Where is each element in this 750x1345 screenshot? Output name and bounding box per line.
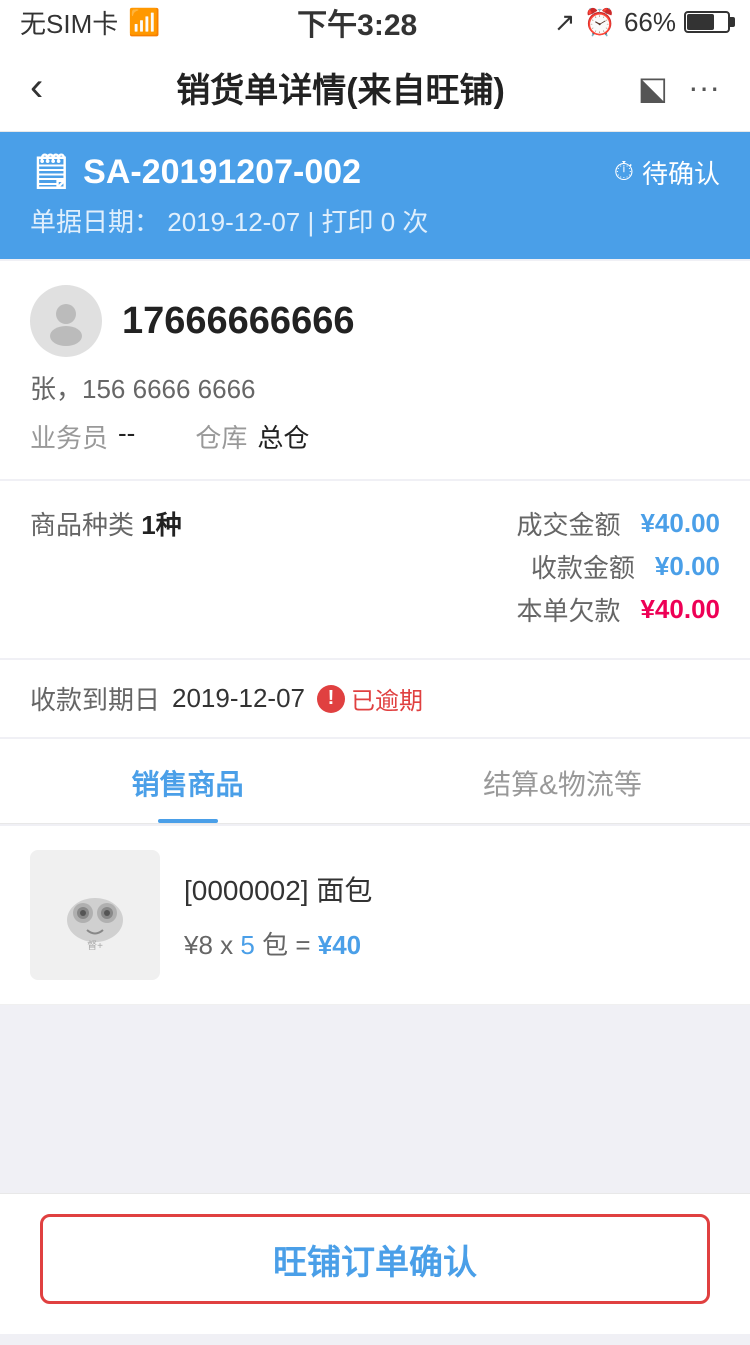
product-qty: 5 [240,930,254,960]
share-button[interactable]: ⬕ [638,69,668,107]
received-row: 收款金额 ¥0.00 [516,548,720,585]
battery-icon [684,11,730,33]
price-multiplier: x [220,930,240,960]
equals-sign: = [295,930,317,960]
status-bar-right: ↗ ⏰ 66% [554,7,730,38]
summary-section: 商品种类 1种 成交金额 ¥40.00 收款金额 ¥0.00 本单欠款 ¥40.… [0,481,750,658]
content-area [0,1005,750,1205]
more-button[interactable]: ··· [688,69,720,106]
order-icon: 🗒 [30,152,73,192]
overdue-text: 已逾期 [351,681,423,716]
location-icon: ↗ [554,7,576,38]
order-date-value: 2019-12-07 [167,207,300,237]
status-bar-left: 无SIM卡 📶 [20,4,161,41]
product-info: [0000002] 面包 ¥8 x 5 包 = ¥40 [184,869,720,962]
warehouse-label: 仓库 [195,418,247,455]
due-date-section: 收款到期日 2019-12-07 ! 已逾期 [0,660,750,737]
nav-left: ‹ [30,65,43,110]
date-separator: | [307,207,321,237]
tab-sales-goods-label: 销售商品 [131,769,243,800]
product-price: ¥8 x 5 包 = ¥40 [184,925,720,962]
product-total: ¥40 [318,930,361,960]
amount-value: ¥40.00 [640,508,720,539]
summary-left: 商品种类 1种 [30,505,182,542]
alarm-icon: ⏰ [584,7,616,38]
page-title: 销货单详情(来自旺铺) [176,63,505,112]
status-bar-time: 下午3:28 [297,0,417,44]
status-bar: 无SIM卡 📶 下午3:28 ↗ ⏰ 66% [0,0,750,44]
salesperson-item: 业务员 -- [30,418,135,455]
tab-sales-goods[interactable]: 销售商品 [0,739,375,823]
date-label: 单据日期： [30,207,160,237]
clock-icon: ⏱ [614,156,634,188]
order-id-text: SA-20191207-002 [83,153,361,192]
unit-price: ¥8 [184,930,213,960]
customer-top: 17666666666 [30,285,720,357]
owe-row: 本单欠款 ¥40.00 [516,591,720,628]
status-badge: ⏱ 待确认 [614,154,720,191]
warehouse-value: 总仓 [257,418,309,455]
overdue-badge: ! 已逾期 [317,681,423,716]
salesperson-value: -- [118,418,135,455]
tab-settle-label: 结算&物流等 [483,769,642,800]
goods-type-label: 商品种类 [30,510,134,540]
received-value: ¥0.00 [655,551,720,582]
product-list: 督+ [0000002] 面包 ¥8 x 5 包 = ¥40 [0,826,750,1005]
overdue-icon: ! [317,685,345,713]
salesperson-label: 业务员 [30,418,108,455]
tabs-section: 销售商品 结算&物流等 [0,739,750,824]
product-item: 督+ [0000002] 面包 ¥8 x 5 包 = ¥40 [0,826,750,1005]
wifi-icon: 📶 [128,7,160,38]
order-header-card: 🗒 SA-20191207-002 ⏱ 待确认 单据日期： 2019-12-07… [0,132,750,259]
battery-text: 66% [624,7,676,38]
product-title: 面包 [316,875,372,906]
nav-right: ⬕ ··· [638,69,720,107]
summary-right: 成交金额 ¥40.00 收款金额 ¥0.00 本单欠款 ¥40.00 [516,505,720,634]
customer-name: 张，156 6666 6666 [30,369,720,406]
confirm-order-button[interactable]: 旺铺订单确认 [40,1214,710,1304]
customer-section: 17666666666 张，156 6666 6666 业务员 -- 仓库 总仓 [0,261,750,479]
avatar [30,285,102,357]
due-label: 收款到期日 [30,680,160,717]
amount-row: 成交金额 ¥40.00 [516,505,720,542]
customer-meta: 业务员 -- 仓库 总仓 [30,418,720,455]
owe-label: 本单欠款 [516,591,620,628]
carrier-text: 无SIM卡 [20,4,118,41]
product-name: [0000002] 面包 [184,869,720,909]
print-count: 打印 0 次 [321,207,428,237]
received-label: 收款金额 [531,548,635,585]
nav-bar: ‹ 销货单详情(来自旺铺) ⬕ ··· [0,44,750,132]
product-unit: 包 [262,930,288,960]
bottom-button-area: 旺铺订单确认 [0,1193,750,1334]
order-status: 待确认 [642,154,720,191]
product-code: [0000002] [184,875,309,906]
header-card-top: 🗒 SA-20191207-002 ⏱ 待确认 [30,152,720,192]
product-thumbnail: 督+ [30,850,160,980]
warehouse-item: 仓库 总仓 [195,418,309,455]
order-id: 🗒 SA-20191207-002 [30,152,361,192]
amount-label: 成交金额 [516,505,620,542]
order-date-row: 单据日期： 2019-12-07 | 打印 0 次 [30,202,720,239]
svg-text:督+: 督+ [87,939,103,952]
goods-count: 1种 [141,510,181,540]
back-button[interactable]: ‹ [30,65,43,110]
customer-phone: 17666666666 [122,300,354,343]
owe-value: ¥40.00 [640,594,720,625]
due-date-value: 2019-12-07 [172,683,305,714]
tab-settle-logistics[interactable]: 结算&物流等 [375,739,750,823]
